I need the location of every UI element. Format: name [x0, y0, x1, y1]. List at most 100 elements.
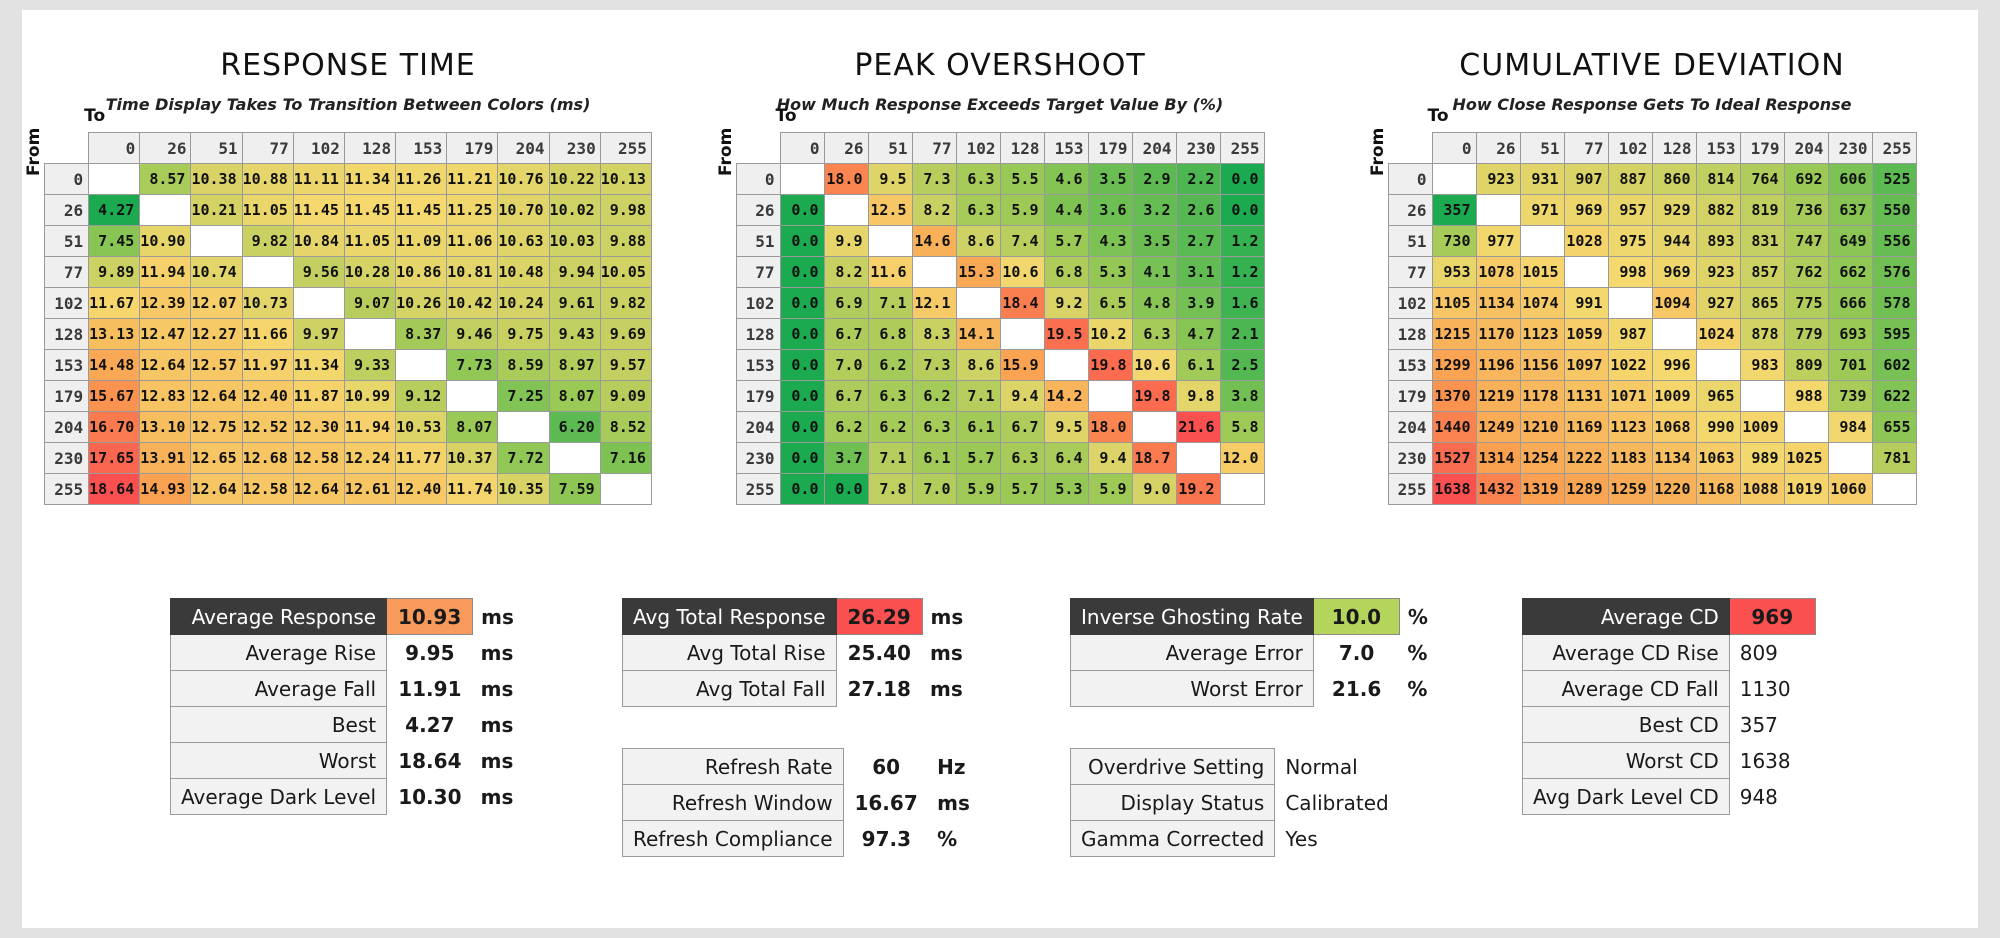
row-header-77: 77 — [735, 256, 781, 288]
matrix-cell: 10.76 — [497, 163, 550, 195]
panel-title: PEAK OVERSHOOT — [854, 48, 1146, 83]
col-header-0: 0 — [1431, 132, 1477, 164]
stat-row: Gamma Corrected Yes — [1069, 820, 1400, 857]
matrix-cell: 8.59 — [497, 349, 550, 381]
matrix-cell: 12.64 — [139, 349, 192, 381]
matrix-cell: 857 — [1739, 256, 1785, 288]
table-row: 26 357 971 969 957 929 882 819 736 637 550 — [1387, 194, 1917, 226]
matrix-cell: 12.68 — [241, 442, 294, 474]
matrix-cell: 3.7 — [823, 442, 869, 474]
table-row: 51 7.45 10.90 9.82 10.84 11.05 11.09 11.06 10.63… — [44, 225, 652, 257]
matrix-cell: 977 — [1475, 225, 1521, 257]
matrix-cell: 5.8 — [1219, 411, 1265, 443]
stat-row: Average Error 7.0% — [1070, 634, 1442, 671]
stat-row: Avg Total Response 26.29 ms — [622, 598, 974, 635]
matrix-cell: 762 — [1783, 256, 1829, 288]
matrix-cell: 12.52 — [241, 411, 294, 443]
col-header-179: 179 — [446, 132, 499, 164]
stat-table-total_response: Avg Total Response 26.29 ms Avg Total Rise 2… — [622, 598, 974, 707]
matrix-cell: 11.45 — [395, 194, 448, 226]
col-header-255: 255 — [1219, 132, 1265, 164]
matrix-cell: 927 — [1695, 287, 1741, 319]
matrix-cell: 10.53 — [395, 411, 448, 443]
col-header-102: 102 — [1607, 132, 1653, 164]
matrix-cell: 984 — [1827, 411, 1873, 443]
matrix-peak-overshoot: 0 26 51 77 102 128 153 179 204 230 255 0 18.0 9.5 7.3 6… — [735, 132, 1265, 505]
stat-unit: ms — [480, 748, 514, 773]
stat-unit: ms — [930, 604, 964, 629]
matrix-corner — [1388, 132, 1432, 164]
matrix-cell: 7.3 — [911, 163, 957, 195]
matrix-cell: 8.57 — [139, 163, 192, 195]
matrix-cell: 9.12 — [395, 380, 448, 412]
matrix-cell: 5.3 — [1043, 473, 1089, 505]
matrix-cell: 1259 — [1607, 473, 1653, 505]
matrix-cell: 1022 — [1607, 349, 1653, 381]
summary-display: Overdrive Setting Normal Display Status Cal… — [1069, 748, 1400, 857]
row-header-204: 204 — [1387, 411, 1433, 443]
matrix-cell: 9.98 — [599, 194, 652, 226]
row-header-0: 0 — [735, 163, 781, 195]
matrix-cell: 10.28 — [343, 256, 397, 288]
matrix-cell: 9.88 — [599, 225, 652, 257]
col-header-26: 26 — [823, 132, 869, 164]
matrix-cell: 4.4 — [1043, 194, 1089, 226]
matrix-cell: 1210 — [1519, 411, 1565, 443]
matrix-cell: 9.82 — [241, 225, 294, 257]
panel-title: RESPONSE TIME — [220, 48, 476, 83]
matrix-cell: 10.03 — [548, 225, 601, 257]
stat-row: Average Dark Level 10.30 ms — [169, 778, 525, 815]
matrix-cell-diagonal — [446, 380, 499, 412]
stat-row: Refresh Compliance 97.3% — [622, 820, 980, 857]
matrix-cell: 10.70 — [497, 194, 550, 226]
matrix-cell: 1370 — [1431, 380, 1477, 412]
matrix-cell: 0.0 — [779, 194, 825, 226]
matrix-cell: 12.47 — [139, 318, 192, 350]
table-row: 255 18.64 14.93 12.64 12.58 12.64 12.61 12.40 11… — [44, 473, 652, 505]
matrix-cell: 2.1 — [1219, 318, 1265, 350]
matrix-cell: 882 — [1695, 194, 1741, 226]
matrix-cell-diagonal — [139, 194, 192, 226]
stat-row: Worst CD 1638 — [1522, 742, 1816, 779]
stat-label: Inverse Ghosting Rate — [1070, 598, 1314, 635]
matrix-cell: 6.2 — [823, 411, 869, 443]
matrix-cell: 9.4 — [1087, 442, 1133, 474]
table-row: 204 0.0 6.2 6.2 6.3 6.1 6.7 9.5 18.0 21.6 5.8 — [735, 411, 1265, 443]
matrix-cell: 1215 — [1431, 318, 1477, 350]
matrix-cell: 6.3 — [911, 411, 957, 443]
matrix-cell: 9.0 — [1131, 473, 1177, 505]
matrix-cell: 819 — [1739, 194, 1785, 226]
col-header-230: 230 — [1827, 132, 1873, 164]
stat-unit: ms — [937, 790, 970, 815]
matrix-cell: 4.1 — [1131, 256, 1177, 288]
matrix-cell: 666 — [1827, 287, 1873, 319]
matrix-cell-diagonal — [1519, 225, 1565, 257]
matrix-cell: 14.93 — [139, 473, 192, 505]
panel-cumulative-deviation: CUMULATIVE DEVIATION How Close Response … — [1326, 10, 1978, 610]
matrix-cell: 975 — [1607, 225, 1653, 257]
matrix-cell: 8.52 — [599, 411, 652, 443]
matrix-cell-diagonal — [1219, 473, 1265, 505]
matrix-cell: 10.22 — [548, 163, 601, 195]
matrix-cell: 1060 — [1827, 473, 1873, 505]
stat-value: 357 — [1729, 706, 1816, 743]
table-row: 153 14.48 12.64 12.57 11.97 11.34 9.33 7.73 8.59… — [44, 349, 652, 381]
matrix-cell: 12.40 — [395, 473, 448, 505]
stat-value: 21.6 — [1313, 670, 1400, 707]
matrix-cell: 0.0 — [779, 318, 825, 350]
stat-row: Best 4.27 ms — [169, 706, 525, 743]
matrix-cell: 3.5 — [1131, 225, 1177, 257]
matrix-cell: 12.27 — [190, 318, 243, 350]
matrix-cell: 1170 — [1475, 318, 1521, 350]
row-header-204: 204 — [735, 411, 781, 443]
stat-table-display: Overdrive Setting Normal Display Status Cal… — [1069, 748, 1400, 857]
matrix-cell: 1024 — [1695, 318, 1741, 350]
matrix-cell: 15.3 — [955, 256, 1001, 288]
matrix-cell: 10.90 — [139, 225, 192, 257]
matrix-cell: 814 — [1695, 163, 1741, 195]
matrix-cell: 9.9 — [823, 225, 869, 257]
stat-value: 10.30 — [386, 778, 473, 815]
matrix-cell: 9.4 — [999, 380, 1045, 412]
row-header-26: 26 — [735, 194, 781, 226]
col-header-0: 0 — [779, 132, 825, 164]
